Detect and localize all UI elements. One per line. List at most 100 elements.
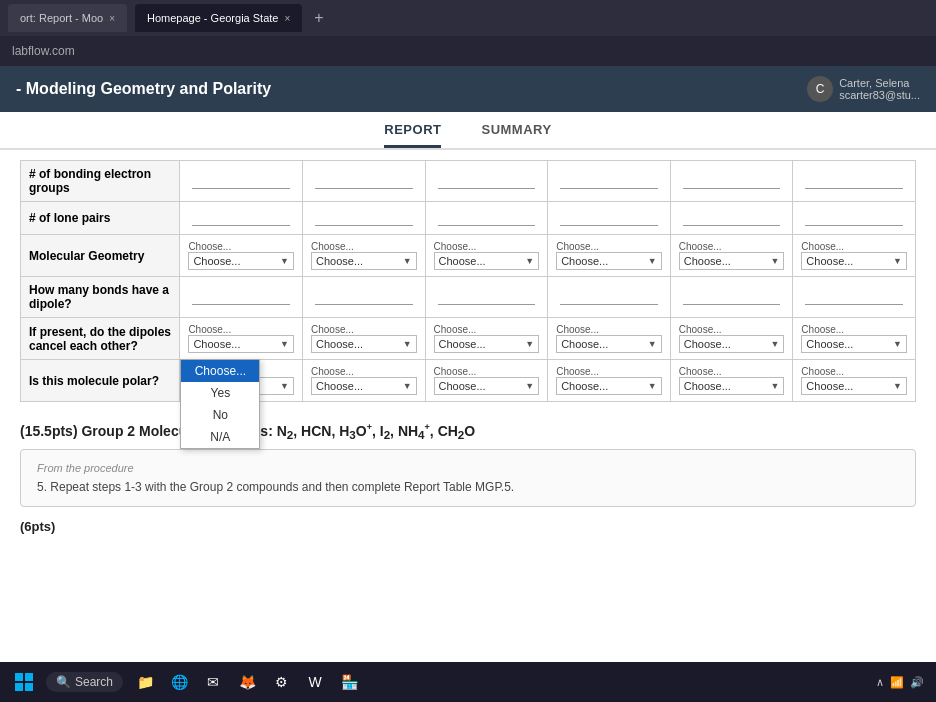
browser-chrome: ort: Report - Moo × Homepage - Georgia S… [0, 0, 936, 36]
tab-close-1[interactable]: × [109, 13, 115, 24]
cell-geo-6[interactable]: Choose... Choose... ▼ [793, 235, 916, 277]
tab-add-button[interactable]: + [310, 9, 327, 27]
svg-rect-1 [25, 673, 33, 681]
cell-bonding-3 [425, 161, 548, 202]
dropdown-geo-6[interactable]: Choose... ▼ [801, 252, 907, 270]
table-row-dipole: How many bonds have a dipole? [21, 277, 916, 318]
option-na[interactable]: N/A [181, 426, 259, 448]
dropdown-geo-1[interactable]: Choose... ▼ [188, 252, 294, 270]
cell-lone-5 [670, 202, 793, 235]
tab-label-1: ort: Report - Moo [20, 12, 103, 24]
dropdown-geo-4[interactable]: Choose... ▼ [556, 252, 662, 270]
dropdown-polar-4[interactable]: Choose... ▼ [556, 377, 662, 395]
svg-rect-3 [25, 683, 33, 691]
search-bar[interactable]: 🔍 Search [46, 672, 123, 692]
dropdown-cancel-3[interactable]: Choose... ▼ [434, 335, 540, 353]
tab-summary[interactable]: SUMMARY [481, 122, 551, 148]
search-icon: 🔍 [56, 675, 71, 689]
main-content: # of bonding electron groups # of lone p… [0, 150, 936, 702]
row-label-polar: Is this molecule polar? [21, 360, 180, 402]
dropdown-open-menu[interactable]: Choose... Yes No N/A [180, 359, 260, 449]
row-label-dipole: How many bonds have a dipole? [21, 277, 180, 318]
cell-bonding-1 [180, 161, 303, 202]
address-bar: labflow.com [0, 36, 936, 66]
tab-bar: REPORT SUMMARY [0, 112, 936, 150]
tab-close-2[interactable]: × [284, 13, 290, 24]
cell-geo-1[interactable]: Choose... Choose... ▼ [180, 235, 303, 277]
cell-geo-3[interactable]: Choose... Choose... ▼ [425, 235, 548, 277]
cell-cancel-4[interactable]: Choose... Choose... ▼ [548, 318, 671, 360]
option-choose[interactable]: Choose... [181, 360, 259, 382]
cell-lone-2 [302, 202, 425, 235]
taskbar: 🔍 Search 📁 🌐 ✉ 🦊 ⚙ W 🏪 ∧ 📶 🔊 [0, 662, 936, 702]
settings-icon[interactable]: ⚙ [269, 670, 293, 694]
user-details: Carter, Selena scarter83@stu... [839, 77, 920, 101]
content-area: # of bonding electron groups # of lone p… [0, 150, 936, 554]
row-label-geometry: Molecular Geometry [21, 235, 180, 277]
cell-dipole-1 [180, 277, 303, 318]
procedure-text: 5. Repeat steps 1-3 with the Group 2 com… [37, 480, 899, 494]
cell-geo-5[interactable]: Choose... Choose... ▼ [670, 235, 793, 277]
user-avatar: C [807, 76, 833, 102]
chrome-icon[interactable]: 🌐 [167, 670, 191, 694]
section2-heading: (15.5pts) Group 2 Molecules and Ions: N2… [20, 422, 916, 441]
cell-cancel-3[interactable]: Choose... Choose... ▼ [425, 318, 548, 360]
cell-dipole-4 [548, 277, 671, 318]
cell-geo-2[interactable]: Choose... Choose... ▼ [302, 235, 425, 277]
cell-cancel-5[interactable]: Choose... Choose... ▼ [670, 318, 793, 360]
data-table: # of bonding electron groups # of lone p… [20, 160, 916, 402]
mail-icon[interactable]: ✉ [201, 670, 225, 694]
store-icon[interactable]: 🏪 [337, 670, 361, 694]
row-label-bonding: # of bonding electron groups [21, 161, 180, 202]
cell-geo-4[interactable]: Choose... Choose... ▼ [548, 235, 671, 277]
tab-label-2: Homepage - Georgia State [147, 12, 278, 24]
table-row-lonepairs: # of lone pairs [21, 202, 916, 235]
option-yes[interactable]: Yes [181, 382, 259, 404]
row-label-lonepairs: # of lone pairs [21, 202, 180, 235]
dropdown-geo-3[interactable]: Choose... ▼ [434, 252, 540, 270]
sound-icon: 🔊 [910, 676, 924, 689]
dropdown-cancel-6[interactable]: Choose... ▼ [801, 335, 907, 353]
dropdown-geo-2[interactable]: Choose... ▼ [311, 252, 417, 270]
browser-tab-1[interactable]: ort: Report - Moo × [8, 4, 127, 32]
cell-cancel-2[interactable]: Choose... Choose... ▼ [302, 318, 425, 360]
dropdown-geo-5[interactable]: Choose... ▼ [679, 252, 785, 270]
option-no[interactable]: No [181, 404, 259, 426]
dropdown-polar-5[interactable]: Choose... ▼ [679, 377, 785, 395]
cell-polar-2[interactable]: Choose... Choose... ▼ [302, 360, 425, 402]
dropdown-polar-2[interactable]: Choose... ▼ [311, 377, 417, 395]
cell-polar-6[interactable]: Choose... Choose... ▼ [793, 360, 916, 402]
dropdown-cancel-5[interactable]: Choose... ▼ [679, 335, 785, 353]
cell-polar-4[interactable]: Choose... Choose... ▼ [548, 360, 671, 402]
cell-polar-5[interactable]: Choose... Choose... ▼ [670, 360, 793, 402]
cell-dipole-2 [302, 277, 425, 318]
user-email: scarter83@stu... [839, 89, 920, 101]
page-title: - Modeling Geometry and Polarity [16, 80, 271, 98]
file-explorer-icon[interactable]: 📁 [133, 670, 157, 694]
dropdown-cancel-1[interactable]: Choose... ▼ [188, 335, 294, 353]
browser2-icon[interactable]: 🦊 [235, 670, 259, 694]
windows-start-icon[interactable] [12, 670, 36, 694]
cell-cancel-6[interactable]: Choose... Choose... ▼ [793, 318, 916, 360]
dropdown-cancel-2[interactable]: Choose... ▼ [311, 335, 417, 353]
procedure-label: From the procedure [37, 462, 899, 474]
svg-rect-2 [15, 683, 23, 691]
table-row-cancel: If present, do the dipoles cancel each o… [21, 318, 916, 360]
address-text: labflow.com [12, 44, 75, 58]
table-row-polar: Is this molecule polar? Choose... Choose… [21, 360, 916, 402]
browser-tab-2[interactable]: Homepage - Georgia State × [135, 4, 302, 32]
cell-polar-3[interactable]: Choose... Choose... ▼ [425, 360, 548, 402]
cell-cancel-1[interactable]: Choose... Choose... ▼ Choose... Yes No N… [180, 318, 303, 360]
word-icon[interactable]: W [303, 670, 327, 694]
cell-bonding-6 [793, 161, 916, 202]
dropdown-polar-3[interactable]: Choose... ▼ [434, 377, 540, 395]
cell-bonding-5 [670, 161, 793, 202]
cell-lone-3 [425, 202, 548, 235]
user-info: C Carter, Selena scarter83@stu... [807, 76, 920, 102]
dropdown-polar-6[interactable]: Choose... ▼ [801, 377, 907, 395]
user-name: Carter, Selena [839, 77, 920, 89]
dropdown-cancel-4[interactable]: Choose... ▼ [556, 335, 662, 353]
tab-report[interactable]: REPORT [384, 122, 441, 148]
search-label: Search [75, 675, 113, 689]
taskbar-left: 🔍 Search 📁 🌐 ✉ 🦊 ⚙ W 🏪 [12, 670, 361, 694]
